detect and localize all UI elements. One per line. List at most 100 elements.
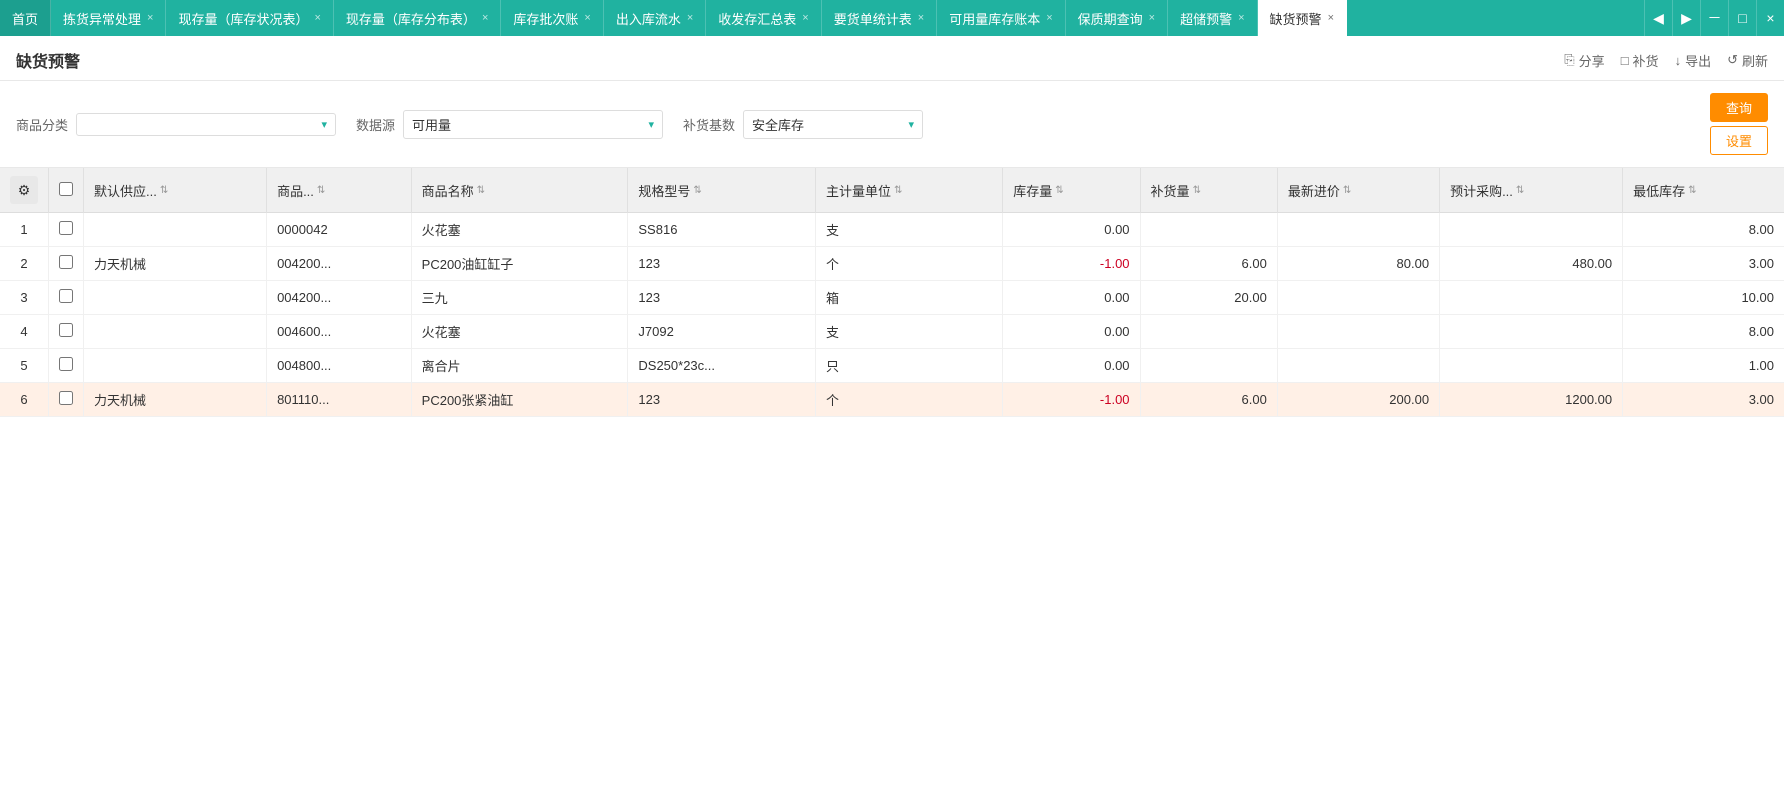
row-code: 004800... [267, 349, 412, 383]
col-latest-price[interactable]: 最新进价 ⇅ [1277, 168, 1439, 213]
col-stock[interactable]: 库存量 ⇅ [1003, 168, 1140, 213]
datasource-label: 数据源 [356, 115, 395, 134]
tab-order-stat[interactable]: 要货单统计表 × [822, 0, 937, 36]
datasource-value: 可用量 [412, 115, 451, 134]
row-checkbox[interactable] [49, 315, 84, 349]
row-expected-purchase [1440, 281, 1623, 315]
row-supplier [84, 213, 267, 247]
window-maximize[interactable]: □ [1728, 0, 1756, 36]
row-min-stock: 8.00 [1623, 213, 1784, 247]
tab-close-available[interactable]: × [1046, 12, 1052, 24]
tab-expiry[interactable]: 保质期查询 × [1066, 0, 1168, 36]
row-unit: 箱 [816, 281, 1003, 315]
row-supplier: 力天机械 [84, 247, 267, 281]
tab-bar: 首页 拣货异常处理 × 现存量（库存状况表） × 现存量（库存分布表） × 库存… [0, 0, 1784, 36]
col-replenish-qty[interactable]: 补货量 ⇅ [1140, 168, 1277, 213]
col-name[interactable]: 商品名称 ⇅ [411, 168, 628, 213]
tab-close-stock-status[interactable]: × [314, 12, 320, 24]
shortage-table: ⚙ 默认供应... ⇅ 商品... ⇅ [0, 168, 1784, 417]
row-seq: 2 [0, 247, 49, 281]
category-label: 商品分类 [16, 115, 68, 134]
query-button[interactable]: 查询 [1710, 93, 1768, 122]
page-header: 缺货预警 ⎘ 分享 □ 补货 ↓ 导出 ↺ 刷新 [0, 36, 1784, 81]
datasource-select[interactable]: 可用量 ▾ [403, 110, 663, 139]
tab-scroll-left[interactable]: ◀ [1644, 0, 1672, 36]
row-expected-purchase [1440, 213, 1623, 247]
row-name: PC200油缸缸子 [411, 247, 628, 281]
tab-abnormal[interactable]: 拣货异常处理 × [51, 0, 166, 36]
row-min-stock: 8.00 [1623, 315, 1784, 349]
col-check [49, 168, 84, 213]
tab-close-overstock[interactable]: × [1238, 12, 1244, 24]
window-close[interactable]: × [1756, 0, 1784, 36]
replenish-button[interactable]: □ 补货 [1621, 51, 1659, 70]
tab-home[interactable]: 首页 [0, 0, 51, 36]
tab-close-collect[interactable]: × [802, 12, 808, 24]
tab-shortage[interactable]: 缺货预警 × [1258, 0, 1347, 36]
row-unit: 个 [816, 383, 1003, 417]
col-expected-purchase[interactable]: 预计采购... ⇅ [1440, 168, 1623, 213]
share-icon: ⎘ [1564, 52, 1574, 68]
row-replenish-qty: 6.00 [1140, 383, 1277, 417]
row-checkbox[interactable] [49, 349, 84, 383]
category-filter-group: 商品分类 ▾ [16, 113, 336, 136]
row-checkbox[interactable] [49, 213, 84, 247]
main-content: 缺货预警 ⎘ 分享 □ 补货 ↓ 导出 ↺ 刷新 商品分类 [0, 36, 1784, 796]
col-spec[interactable]: 规格型号 ⇅ [628, 168, 816, 213]
row-code: 004200... [267, 247, 412, 281]
tab-close-stock-dist[interactable]: × [482, 12, 488, 24]
tab-close-abnormal[interactable]: × [147, 12, 153, 24]
row-expected-purchase [1440, 349, 1623, 383]
row-replenish-qty: 6.00 [1140, 247, 1277, 281]
row-supplier [84, 281, 267, 315]
category-select[interactable]: ▾ [76, 113, 336, 136]
row-unit: 支 [816, 213, 1003, 247]
row-seq: 4 [0, 315, 49, 349]
row-code: 004600... [267, 315, 412, 349]
tab-collect[interactable]: 收发存汇总表 × [706, 0, 821, 36]
select-all-checkbox[interactable] [59, 182, 73, 196]
export-button[interactable]: ↓ 导出 [1675, 51, 1712, 70]
window-minimize[interactable]: － [1700, 0, 1728, 36]
column-settings-gear[interactable]: ⚙ [10, 176, 38, 204]
tab-stock-dist[interactable]: 现存量（库存分布表） × [334, 0, 501, 36]
row-checkbox[interactable] [49, 383, 84, 417]
tab-stock-status[interactable]: 现存量（库存状况表） × [166, 0, 333, 36]
datasource-dropdown-arrow: ▾ [649, 118, 655, 131]
row-spec: SS816 [628, 213, 816, 247]
tab-close-order-stat[interactable]: × [918, 12, 924, 24]
filter-actions: 查询 设置 [1710, 93, 1768, 155]
tab-close-shortage[interactable]: × [1328, 12, 1334, 24]
latest-price-sort-icon: ⇅ [1343, 185, 1351, 196]
row-checkbox[interactable] [49, 281, 84, 315]
filter-bar: 商品分类 ▾ 数据源 可用量 ▾ 补货基数 安全库存 ▾ 查询 设置 [0, 81, 1784, 168]
col-code[interactable]: 商品... ⇅ [267, 168, 412, 213]
tab-close-inout[interactable]: × [687, 12, 693, 24]
replenish-select[interactable]: 安全库存 ▾ [743, 110, 923, 139]
tab-inout[interactable]: 出入库流水 × [604, 0, 706, 36]
refresh-button[interactable]: ↺ 刷新 [1727, 51, 1768, 70]
col-min-stock[interactable]: 最低库存 ⇅ [1623, 168, 1784, 213]
tab-available[interactable]: 可用量库存账本 × [937, 0, 1065, 36]
tab-scroll-right[interactable]: ▶ [1672, 0, 1700, 36]
row-latest-price: 200.00 [1277, 383, 1439, 417]
tab-close-batch[interactable]: × [584, 12, 590, 24]
settings-button[interactable]: 设置 [1710, 126, 1768, 155]
tab-batch[interactable]: 库存批次账 × [501, 0, 603, 36]
tab-overstock[interactable]: 超储预警 × [1168, 0, 1257, 36]
name-sort-icon: ⇅ [477, 185, 485, 196]
header-actions: ⎘ 分享 □ 补货 ↓ 导出 ↺ 刷新 [1564, 51, 1768, 70]
row-expected-purchase: 480.00 [1440, 247, 1623, 281]
table-row: 6 力天机械 801110... PC200张紧油缸 123 个 -1.00 6… [0, 383, 1784, 417]
col-gear: ⚙ [0, 168, 49, 213]
row-stock: 0.00 [1003, 213, 1140, 247]
tab-close-expiry[interactable]: × [1149, 12, 1155, 24]
share-button[interactable]: ⎘ 分享 [1564, 51, 1604, 70]
col-supplier[interactable]: 默认供应... ⇅ [84, 168, 267, 213]
row-name: 火花塞 [411, 213, 628, 247]
replenish-qty-sort-icon: ⇅ [1193, 185, 1201, 196]
table-header-row: ⚙ 默认供应... ⇅ 商品... ⇅ [0, 168, 1784, 213]
col-unit[interactable]: 主计量单位 ⇅ [816, 168, 1003, 213]
row-checkbox[interactable] [49, 247, 84, 281]
row-latest-price [1277, 281, 1439, 315]
